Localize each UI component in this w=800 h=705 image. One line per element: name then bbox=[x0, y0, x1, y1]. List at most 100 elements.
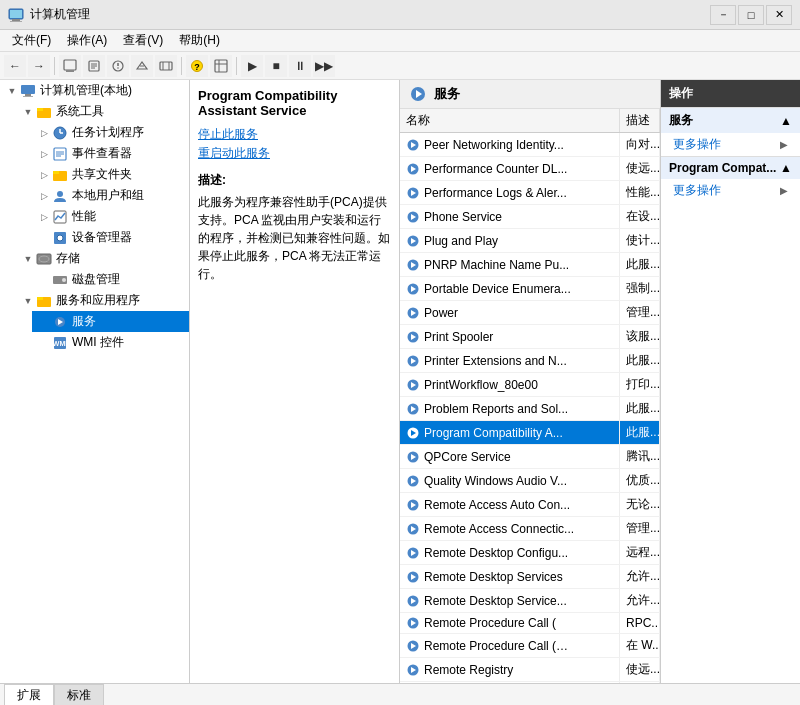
service-desc-cell: 此服... bbox=[620, 253, 660, 276]
table-row[interactable]: Remote Desktop Configu...远程... bbox=[400, 541, 660, 565]
actions-section-program[interactable]: Program Compat... ▲ bbox=[661, 156, 800, 179]
menu-action[interactable]: 操作(A) bbox=[59, 30, 115, 51]
table-row[interactable]: Phone Service在设... bbox=[400, 205, 660, 229]
tree-root[interactable]: ▼ 计算机管理(本地) bbox=[0, 80, 189, 101]
storage-expand[interactable]: ▼ bbox=[20, 254, 36, 264]
toolbar-btn-5[interactable] bbox=[155, 55, 177, 77]
service-name: Print Spooler bbox=[424, 330, 493, 344]
table-row[interactable]: Problem Reports and Sol...此服... bbox=[400, 397, 660, 421]
table-row[interactable]: Remote Access Auto Con...无论... bbox=[400, 493, 660, 517]
local-users-expand[interactable]: ▷ bbox=[36, 191, 52, 201]
table-row[interactable]: Program Compatibility A...此服... bbox=[400, 421, 660, 445]
window-controls: － □ ✕ bbox=[710, 5, 792, 25]
task-scheduler-label: 任务计划程序 bbox=[72, 124, 144, 141]
service-name-cell: Remote Desktop Configu... bbox=[400, 541, 620, 564]
restart-button[interactable]: ▶▶ bbox=[313, 55, 335, 77]
shared-folders-expand[interactable]: ▷ bbox=[36, 170, 52, 180]
table-row[interactable]: Remote Desktop Services允许... bbox=[400, 565, 660, 589]
tree-storage[interactable]: ▼ 存储 bbox=[16, 248, 189, 269]
pause-button[interactable]: ⏸ bbox=[289, 55, 311, 77]
services-apps-expand[interactable]: ▼ bbox=[20, 296, 36, 306]
tree-services[interactable]: 服务 bbox=[32, 311, 189, 332]
col-name[interactable]: 名称 bbox=[400, 109, 620, 132]
toolbar: ← → ? ▶ ■ ⏸ ▶▶ bbox=[0, 52, 800, 80]
toolbar-btn-1[interactable] bbox=[59, 55, 81, 77]
table-row[interactable]: Remote Registry使远... bbox=[400, 658, 660, 682]
local-users-label: 本地用户和组 bbox=[72, 187, 144, 204]
table-row[interactable]: Quality Windows Audio V...优质... bbox=[400, 469, 660, 493]
service-row-icon bbox=[406, 450, 420, 464]
actions-section-services[interactable]: 服务 ▲ bbox=[661, 107, 800, 133]
table-row[interactable]: Peer Networking Identity...向对... bbox=[400, 133, 660, 157]
minimize-button[interactable]: － bbox=[710, 5, 736, 25]
table-row[interactable]: QPCore Service腾讯... bbox=[400, 445, 660, 469]
toolbar-btn-3[interactable] bbox=[107, 55, 129, 77]
services-label: 服务 bbox=[72, 313, 96, 330]
service-name-cell: Problem Reports and Sol... bbox=[400, 397, 620, 420]
menu-bar: 文件(F) 操作(A) 查看(V) 帮助(H) bbox=[0, 30, 800, 52]
table-row[interactable]: Performance Counter DL...使远... bbox=[400, 157, 660, 181]
service-name-cell: Peer Networking Identity... bbox=[400, 133, 620, 156]
performance-expand[interactable]: ▷ bbox=[36, 212, 52, 222]
service-name-cell: Power bbox=[400, 301, 620, 324]
tree-wmi[interactable]: WMI WMI 控件 bbox=[32, 332, 189, 353]
tree-services-apps[interactable]: ▼ 服务和应用程序 bbox=[16, 290, 189, 311]
table-row[interactable]: Remote Access Connectic...管理... bbox=[400, 517, 660, 541]
table-row[interactable]: Remote Desktop Service...允许... bbox=[400, 589, 660, 613]
menu-view[interactable]: 查看(V) bbox=[115, 30, 171, 51]
services-apps-icon bbox=[36, 293, 52, 309]
task-scheduler-expand[interactable]: ▷ bbox=[36, 128, 52, 138]
services-table[interactable]: 名称 描述 Peer Networking Identity...向对...Pe… bbox=[400, 109, 660, 683]
service-name-cell: Print Spooler bbox=[400, 325, 620, 348]
tree-event-viewer[interactable]: ▷ 事件查看器 bbox=[32, 143, 189, 164]
tree-local-users[interactable]: ▷ 本地用户和组 bbox=[32, 185, 189, 206]
table-row[interactable]: Remote Procedure Call (…在 W... bbox=[400, 634, 660, 658]
service-name: Remote Procedure Call ( bbox=[424, 616, 556, 630]
service-name: PrintWorkflow_80e00 bbox=[424, 378, 538, 392]
service-desc-cell: 腾讯... bbox=[620, 445, 660, 468]
table-row[interactable]: Power管理... bbox=[400, 301, 660, 325]
maximize-button[interactable]: □ bbox=[738, 5, 764, 25]
table-row[interactable]: Performance Logs & Aler...性能... bbox=[400, 181, 660, 205]
table-row[interactable]: PNRP Machine Name Pu...此服... bbox=[400, 253, 660, 277]
table-row[interactable]: Print Spooler该服... bbox=[400, 325, 660, 349]
system-tools-expand[interactable]: ▼ bbox=[20, 107, 36, 117]
toolbar-btn-6[interactable] bbox=[210, 55, 232, 77]
action-more-1[interactable]: 更多操作 ▶ bbox=[661, 133, 800, 156]
event-viewer-label: 事件查看器 bbox=[72, 145, 132, 162]
menu-help[interactable]: 帮助(H) bbox=[171, 30, 228, 51]
table-row[interactable]: Plug and Play使计... bbox=[400, 229, 660, 253]
help-button[interactable]: ? bbox=[186, 55, 208, 77]
table-row[interactable]: Remote Procedure Call (RPC... bbox=[400, 613, 660, 634]
svg-rect-5 bbox=[66, 70, 74, 72]
forward-button[interactable]: → bbox=[28, 55, 50, 77]
tree-disk-mgmt[interactable]: 磁盘管理 bbox=[32, 269, 189, 290]
tree-shared-folders[interactable]: ▷ 共享文件夹 bbox=[32, 164, 189, 185]
menu-file[interactable]: 文件(F) bbox=[4, 30, 59, 51]
col-desc[interactable]: 描述 bbox=[620, 109, 660, 132]
action-more-2[interactable]: 更多操作 ▶ bbox=[661, 179, 800, 202]
restart-service-link[interactable]: 重启动此服务 bbox=[198, 145, 391, 162]
toolbar-btn-2[interactable] bbox=[83, 55, 105, 77]
play-button[interactable]: ▶ bbox=[241, 55, 263, 77]
stop-button[interactable]: ■ bbox=[265, 55, 287, 77]
table-row[interactable]: Portable Device Enumera...强制... bbox=[400, 277, 660, 301]
table-row[interactable]: Printer Extensions and N...此服... bbox=[400, 349, 660, 373]
event-viewer-expand[interactable]: ▷ bbox=[36, 149, 52, 159]
service-desc-cell: 在局... bbox=[620, 682, 660, 683]
table-row[interactable]: PrintWorkflow_80e00打印... bbox=[400, 373, 660, 397]
back-button[interactable]: ← bbox=[4, 55, 26, 77]
tab-standard[interactable]: 标准 bbox=[54, 684, 104, 706]
tree-system-tools[interactable]: ▼ 系统工具 bbox=[16, 101, 189, 122]
tree-device-manager[interactable]: 设备管理器 bbox=[32, 227, 189, 248]
desc-text: 此服务为程序兼容性助手(PCA)提供支持。PCA 监视由用户安装和运行的程序，并… bbox=[198, 193, 391, 283]
tree-task-scheduler[interactable]: ▷ 任务计划程序 bbox=[32, 122, 189, 143]
table-row[interactable]: Routing and Remote Acc...在局... bbox=[400, 682, 660, 683]
root-expand[interactable]: ▼ bbox=[4, 86, 20, 96]
service-row-icon bbox=[406, 426, 420, 440]
close-button[interactable]: ✕ bbox=[766, 5, 792, 25]
stop-service-link[interactable]: 停止此服务 bbox=[198, 126, 391, 143]
tree-performance[interactable]: ▷ 性能 bbox=[32, 206, 189, 227]
tab-expand[interactable]: 扩展 bbox=[4, 684, 54, 706]
toolbar-btn-4[interactable] bbox=[131, 55, 153, 77]
